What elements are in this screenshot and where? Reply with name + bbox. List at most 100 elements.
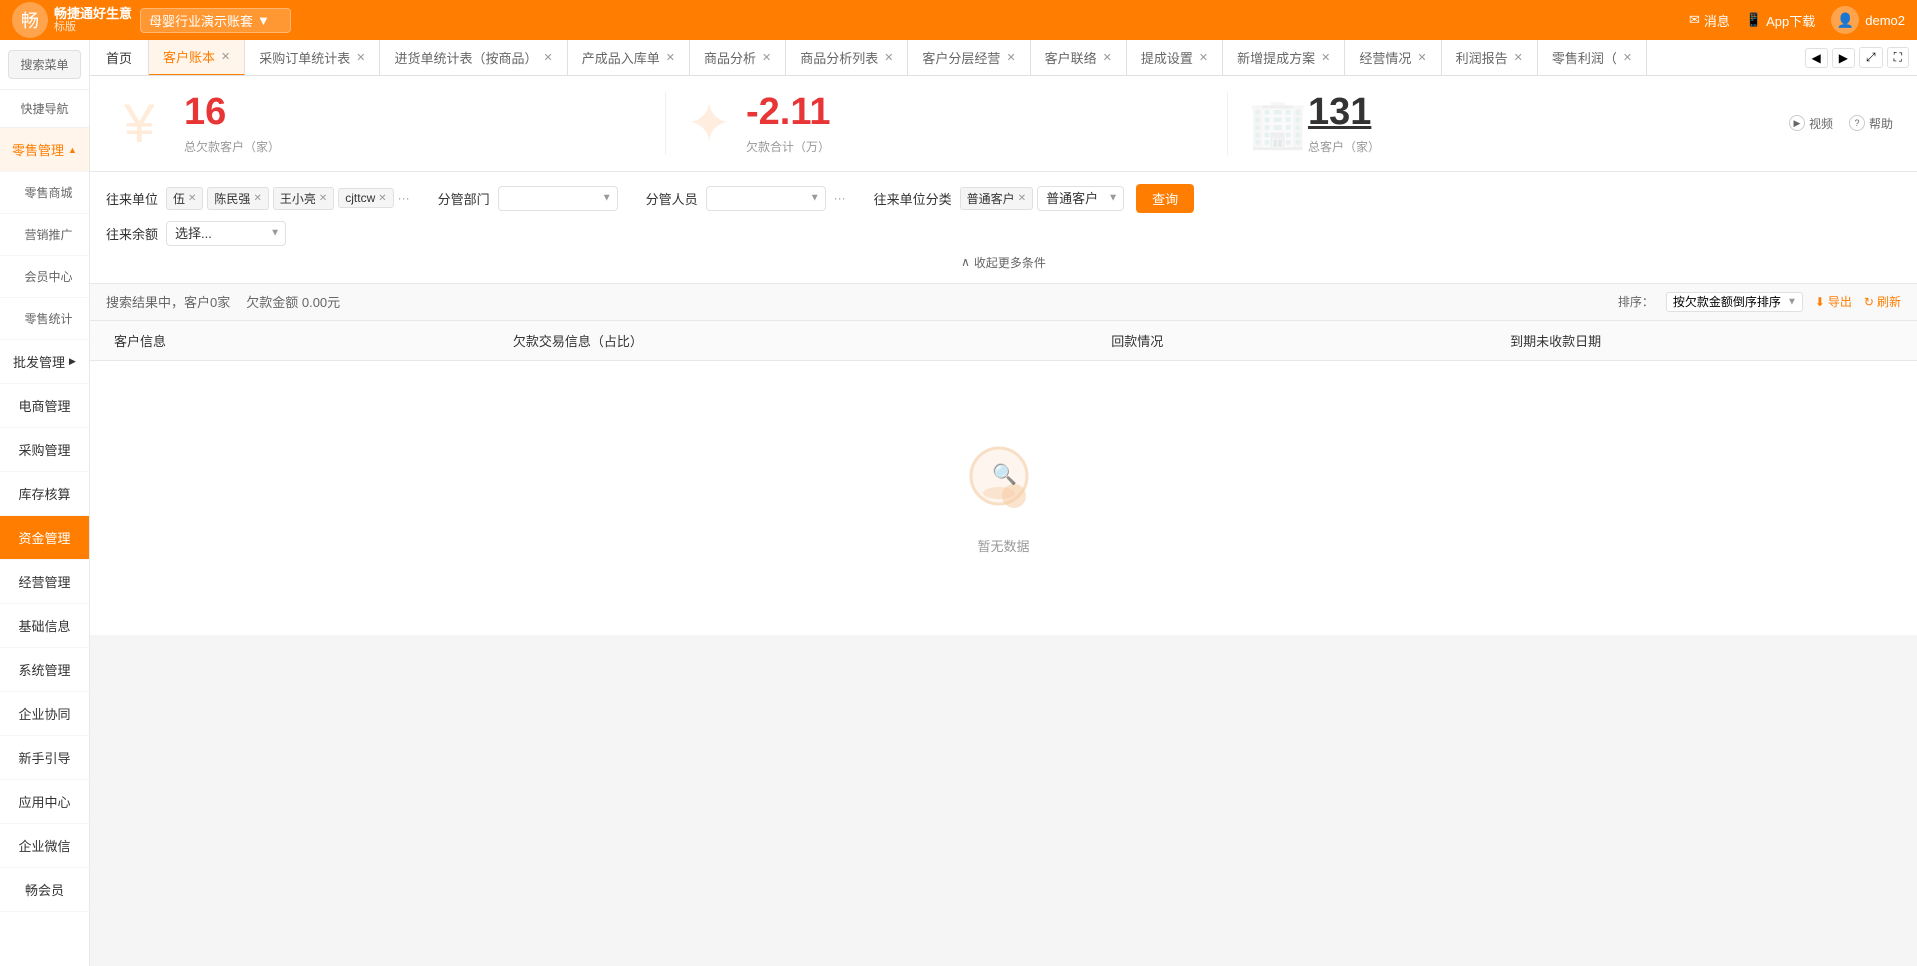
unit-tag-wang-close[interactable]: ✕ <box>319 193 327 204</box>
sort-label: 排序： <box>1618 293 1654 310</box>
tab-new-commission[interactable]: 新增提成方案 ✕ <box>1223 40 1345 76</box>
tab-close-contact[interactable]: ✕ <box>1103 51 1112 64</box>
tab-close-commission[interactable]: ✕ <box>1199 51 1208 64</box>
tab-close-profit[interactable]: ✕ <box>1514 51 1523 64</box>
tab-close-business[interactable]: ✕ <box>1417 51 1426 64</box>
user-avatar[interactable]: 👤 demo2 <box>1831 6 1905 34</box>
help-btn[interactable]: ? 帮助 <box>1849 115 1893 132</box>
sidebar-item-member2[interactable]: 畅会员 <box>0 868 89 912</box>
sidebar-item-finance[interactable]: 资金管理 <box>0 516 89 560</box>
sidebar-item-marketing[interactable]: 营销推广 <box>0 214 89 256</box>
table-header: 客户信息 欠款交易信息（占比） 回款情况 到期未收款日期 <box>90 321 1917 361</box>
sidebar-item-system[interactable]: 系统管理 <box>0 648 89 692</box>
search-menu-btn[interactable]: 搜索菜单 <box>8 50 81 79</box>
collapse-btn[interactable]: ∧ 收起更多条件 <box>961 254 1046 271</box>
sidebar-item-operations[interactable]: 经营管理 <box>0 560 89 604</box>
balance-filter-label: 往来余额 <box>106 224 158 243</box>
empty-icon: 🔍 <box>964 441 1044 524</box>
video-btn[interactable]: ▶ 视频 <box>1789 115 1833 132</box>
amount-label: 欠款金额 0.00元 <box>246 292 340 311</box>
person-filter-label: 分管人员 <box>646 189 698 208</box>
sidebar-item-wholesale[interactable]: 批发管理 ▶ <box>0 340 89 384</box>
tab-prev-btn[interactable]: ◀ <box>1805 48 1828 68</box>
tab-customer-ledger[interactable]: 客户账本 ✕ <box>149 40 245 76</box>
tab-business-status[interactable]: 经营情况 ✕ <box>1345 40 1441 76</box>
unit-category-select-wrapper: 普通客户 <box>1037 186 1124 211</box>
person-more-btn[interactable]: ··· <box>834 191 846 205</box>
tab-fullscreen-btn[interactable]: ⛶ <box>1887 47 1909 68</box>
app-download-btn[interactable]: 📱 App下载 <box>1746 11 1815 30</box>
tab-close-analysis[interactable]: ✕ <box>762 51 771 64</box>
tab-customer-layer[interactable]: 客户分层经营 ✕ <box>908 40 1030 76</box>
sidebar-search-section: 搜索菜单 <box>0 40 89 90</box>
tab-close-new-commission[interactable]: ✕ <box>1321 51 1330 64</box>
stat-label-1: 总欠款客户（家） <box>184 138 280 155</box>
unit-tag-wu: 伍 ✕ <box>166 187 203 210</box>
tab-product-inbound[interactable]: 产成品入库单 ✕ <box>568 40 690 76</box>
sort-select[interactable]: 按欠款金额倒序排序 <box>1666 292 1803 312</box>
tab-home[interactable]: 首页 <box>90 40 149 76</box>
logo-text: 畅捷通好生意 <box>54 6 132 22</box>
refresh-icon: ↻ <box>1864 295 1874 309</box>
tab-next-btn[interactable]: ▶ <box>1832 48 1855 68</box>
refresh-btn[interactable]: ↻ 刷新 <box>1864 293 1901 310</box>
sidebar-item-basic-info[interactable]: 基础信息 <box>0 604 89 648</box>
tab-navigation: ◀ ▶ ⤢ ⛶ <box>1797 47 1917 68</box>
tab-customer-contact[interactable]: 客户联络 ✕ <box>1031 40 1127 76</box>
col-header-debt: 欠款交易信息（占比） <box>505 331 1103 350</box>
tab-close-retail[interactable]: ✕ <box>1623 51 1632 64</box>
tab-close-purchase-stats[interactable]: ✕ <box>544 51 553 64</box>
sidebar-item-ecommerce[interactable]: 电商管理 <box>0 384 89 428</box>
filter-row-1: 往来单位 伍 ✕ 陈民强 ✕ <box>106 184 1901 213</box>
unit-filter-label: 往来单位 <box>106 189 158 208</box>
person-select[interactable] <box>706 186 826 211</box>
empty-state: 🔍 暂无数据 <box>90 361 1917 635</box>
unit-tag-wu-close[interactable]: ✕ <box>188 193 196 204</box>
results-bar-left: 搜索结果中，客户0家 欠款金额 0.00元 <box>106 292 340 311</box>
tab-close-customer-layer[interactable]: ✕ <box>1006 51 1015 64</box>
tab-product-analysis-list[interactable]: 商品分析列表 ✕ <box>786 40 908 76</box>
tab-close-customer-ledger[interactable]: ✕ <box>221 50 230 63</box>
sidebar-item-inventory[interactable]: 库存核算 <box>0 472 89 516</box>
col-header-customer: 客户信息 <box>106 331 505 350</box>
tab-profit-report[interactable]: 利润报告 ✕ <box>1442 40 1538 76</box>
tab-retail-profit[interactable]: 零售利润（ ✕ <box>1538 40 1647 76</box>
unit-tag-cjttcw-close[interactable]: ✕ <box>378 193 386 204</box>
tab-close-product[interactable]: ✕ <box>666 51 675 64</box>
balance-select[interactable]: 选择... <box>166 221 286 246</box>
download-icon: 📱 <box>1746 12 1762 28</box>
unit-more-btn[interactable]: ··· <box>398 191 410 205</box>
sidebar-item-enterprise[interactable]: 企业协同 <box>0 692 89 736</box>
messages-btn[interactable]: ✉ 消息 <box>1689 11 1730 30</box>
tab-purchase-order[interactable]: 采购订单统计表 ✕ <box>245 40 380 76</box>
results-bar: 搜索结果中，客户0家 欠款金额 0.00元 排序： 按欠款金额倒序排序 ⬇ 导出 <box>90 284 1917 321</box>
sidebar-item-member[interactable]: 会员中心 <box>0 256 89 298</box>
unit-category-tag-close[interactable]: ✕ <box>1018 193 1026 204</box>
sidebar-item-retail-mall[interactable]: 零售商城 <box>0 172 89 214</box>
tab-close-analysis-list[interactable]: ✕ <box>884 51 893 64</box>
export-btn[interactable]: ⬇ 导出 <box>1815 293 1852 310</box>
quick-nav-btn[interactable]: 快捷导航 <box>0 90 89 128</box>
tab-close-purchase[interactable]: ✕ <box>356 51 365 64</box>
tab-expand-btn[interactable]: ⤢ <box>1859 47 1883 68</box>
sidebar-item-retail-mgmt[interactable]: 零售管理 ▲ <box>0 128 89 172</box>
unit-filter: 往来单位 伍 ✕ 陈民强 ✕ <box>106 187 410 210</box>
tab-bar: 首页 客户账本 ✕ 采购订单统计表 ✕ 进货单统计表（按商品） ✕ 产成品入库单… <box>90 40 1917 76</box>
unit-category-select[interactable]: 普通客户 <box>1037 186 1124 211</box>
unit-tag-cjttcw: cjttcw ✕ <box>338 188 393 208</box>
sidebar-item-app-center[interactable]: 应用中心 <box>0 780 89 824</box>
sidebar-item-retail-stats[interactable]: 零售统计 <box>0 298 89 340</box>
dept-select[interactable] <box>498 186 618 211</box>
sidebar-item-guide[interactable]: 新手引导 <box>0 736 89 780</box>
tab-purchase-stats[interactable]: 进货单统计表（按商品） ✕ <box>380 40 567 76</box>
unit-category-filter: 往来单位分类 普通客户 ✕ 普通客户 <box>874 186 1124 211</box>
tab-commission-settings[interactable]: 提成设置 ✕ <box>1127 40 1223 76</box>
unit-tag-chen-close[interactable]: ✕ <box>253 193 261 204</box>
stat-label-2: 欠款合计（万） <box>746 138 831 155</box>
org-selector[interactable]: 母婴行业演示账套 ▼ <box>140 8 291 33</box>
search-btn[interactable]: 查询 <box>1136 184 1194 213</box>
tab-product-analysis[interactable]: 商品分析 ✕ <box>690 40 786 76</box>
sidebar-item-purchase[interactable]: 采购管理 <box>0 428 89 472</box>
stat-value-2: -2.11 <box>746 92 831 134</box>
sidebar-item-wechat[interactable]: 企业微信 <box>0 824 89 868</box>
